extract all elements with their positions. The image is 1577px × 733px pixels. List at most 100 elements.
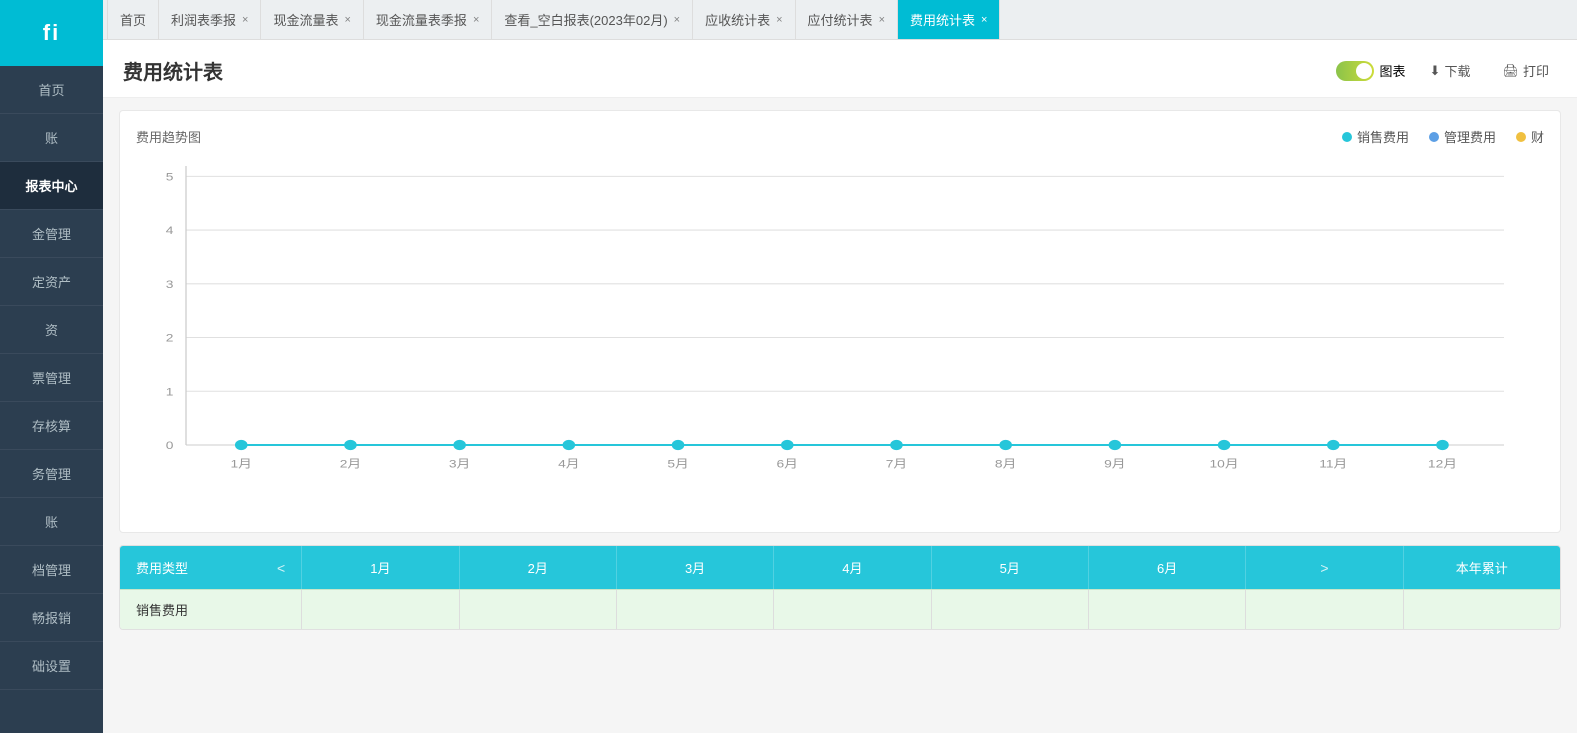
svg-text:1: 1 bbox=[166, 386, 174, 399]
svg-text:4月: 4月 bbox=[558, 458, 579, 471]
chart-dot-may bbox=[672, 440, 685, 450]
svg-text:6月: 6月 bbox=[777, 458, 798, 471]
chart-header: 费用趋势图 销售费用 管理费用 财 bbox=[136, 127, 1544, 146]
tab-profit-quarterly[interactable]: 利润表季报 × bbox=[159, 0, 261, 40]
sidebar-item-service[interactable]: 务管理 bbox=[0, 450, 103, 498]
th-apr: 4月 bbox=[774, 546, 931, 589]
svg-text:2: 2 bbox=[166, 332, 174, 345]
tab-bar: 首页 利润表季报 × 现金流量表 × 现金流量表季报 × 查看_空白报表(202… bbox=[103, 0, 1577, 40]
th-jun: 6月 bbox=[1089, 546, 1246, 589]
td-apr bbox=[774, 590, 931, 629]
td-nav-placeholder bbox=[1246, 590, 1403, 629]
chart-dot-mar bbox=[453, 440, 466, 450]
chart-dot-jan bbox=[235, 440, 248, 450]
svg-text:8月: 8月 bbox=[995, 458, 1016, 471]
content-area: 费用统计表 图表 ⬇ 下载 🖨 打印 费用趋势图 bbox=[103, 40, 1577, 733]
td-feb bbox=[460, 590, 617, 629]
chart-dot-nov bbox=[1327, 440, 1340, 450]
td-may bbox=[932, 590, 1089, 629]
chart-svg: 0 1 2 3 4 5 bbox=[186, 166, 1504, 476]
svg-text:12月: 12月 bbox=[1428, 458, 1457, 471]
close-icon[interactable]: × bbox=[879, 14, 885, 26]
legend-item-management: 管理费用 bbox=[1429, 127, 1496, 146]
tab-receivable[interactable]: 应收统计表 × bbox=[693, 0, 795, 40]
toggle-label: 图表 bbox=[1380, 61, 1406, 80]
th-mar: 3月 bbox=[617, 546, 774, 589]
table-row: 销售费用 bbox=[120, 589, 1560, 629]
legend-dot-management bbox=[1429, 132, 1439, 142]
sidebar-item-report[interactable]: 报表中心 bbox=[0, 162, 103, 210]
header-actions: 图表 ⬇ 下载 🖨 打印 bbox=[1336, 57, 1557, 84]
svg-text:4: 4 bbox=[166, 224, 174, 237]
svg-text:9月: 9月 bbox=[1104, 458, 1125, 471]
table-header-row: 费用类型 < 1月 2月 3月 4月 5月 6月 > 本年累计 bbox=[120, 546, 1560, 589]
chart-toggle-wrap: 图表 bbox=[1336, 61, 1406, 81]
th-may: 5月 bbox=[932, 546, 1089, 589]
print-button[interactable]: 🖨 打印 bbox=[1494, 57, 1557, 84]
chart-title: 费用趋势图 bbox=[136, 127, 201, 146]
th-feb: 2月 bbox=[460, 546, 617, 589]
svg-text:3月: 3月 bbox=[449, 458, 470, 471]
tab-payable[interactable]: 应付统计表 × bbox=[796, 0, 898, 40]
chart-area: 0 1 2 3 4 5 bbox=[136, 156, 1544, 516]
th-jan: 1月 bbox=[302, 546, 459, 589]
sidebar-item-asset[interactable]: 定资产 bbox=[0, 258, 103, 306]
svg-text:3: 3 bbox=[166, 278, 174, 291]
sidebar-item-invoice[interactable]: 票管理 bbox=[0, 354, 103, 402]
th-next-nav[interactable]: > bbox=[1246, 546, 1403, 589]
close-icon[interactable]: × bbox=[242, 14, 248, 26]
close-icon[interactable]: × bbox=[776, 14, 782, 26]
sidebar-item-ledger[interactable]: 账 bbox=[0, 498, 103, 546]
close-icon[interactable]: × bbox=[981, 14, 987, 26]
sidebar-item-settings[interactable]: 础设置 bbox=[0, 642, 103, 690]
svg-text:10月: 10月 bbox=[1210, 458, 1239, 471]
chart-dot-apr bbox=[563, 440, 576, 450]
sidebar: fi 首页 账 报表中心 金管理 定资产 资 票管理 存核算 务管理 账 档管理… bbox=[0, 0, 103, 733]
td-jun bbox=[1089, 590, 1246, 629]
chart-dot-jul bbox=[890, 440, 903, 450]
next-arrow[interactable]: > bbox=[1320, 560, 1328, 576]
sidebar-item-account[interactable]: 账 bbox=[0, 114, 103, 162]
tab-expense[interactable]: 费用统计表 × bbox=[898, 0, 1000, 40]
sidebar-item-home[interactable]: 首页 bbox=[0, 66, 103, 114]
sidebar-item-fund[interactable]: 金管理 bbox=[0, 210, 103, 258]
sidebar-item-resource[interactable]: 资 bbox=[0, 306, 103, 354]
td-mar bbox=[617, 590, 774, 629]
chart-dot-sep bbox=[1109, 440, 1122, 450]
legend-label-management: 管理费用 bbox=[1444, 127, 1496, 146]
close-icon[interactable]: × bbox=[344, 14, 350, 26]
legend-dot-finance bbox=[1516, 132, 1526, 142]
page-header: 费用统计表 图表 ⬇ 下载 🖨 打印 bbox=[103, 40, 1577, 98]
legend-item-sales: 销售费用 bbox=[1342, 127, 1409, 146]
td-type: 销售费用 bbox=[120, 590, 302, 629]
tab-blank-report[interactable]: 查看_空白报表(2023年02月) × bbox=[492, 0, 693, 40]
close-icon[interactable]: × bbox=[674, 14, 680, 26]
legend-item-finance: 财 bbox=[1516, 127, 1544, 146]
print-icon: 🖨 bbox=[1502, 63, 1519, 79]
tab-cashflow-quarterly[interactable]: 现金流量表季报 × bbox=[364, 0, 492, 40]
chart-dot-dec bbox=[1436, 440, 1449, 450]
sidebar-item-archive[interactable]: 档管理 bbox=[0, 546, 103, 594]
svg-text:11月: 11月 bbox=[1319, 458, 1347, 471]
chart-dot-feb bbox=[344, 440, 357, 450]
prev-arrow[interactable]: < bbox=[277, 560, 285, 576]
chart-dot-aug bbox=[999, 440, 1012, 450]
sidebar-item-expense[interactable]: 畅报销 bbox=[0, 594, 103, 642]
chart-dot-oct bbox=[1218, 440, 1231, 450]
svg-text:7月: 7月 bbox=[886, 458, 907, 471]
tab-home[interactable]: 首页 bbox=[107, 0, 159, 40]
svg-text:5: 5 bbox=[166, 171, 174, 184]
legend-dot-sales bbox=[1342, 132, 1352, 142]
table-section: 费用类型 < 1月 2月 3月 4月 5月 6月 > 本年累计 销售费用 bbox=[119, 545, 1561, 630]
svg-text:2月: 2月 bbox=[340, 458, 361, 471]
legend-label-sales: 销售费用 bbox=[1357, 127, 1409, 146]
tab-cashflow[interactable]: 现金流量表 × bbox=[261, 0, 363, 40]
td-annual bbox=[1404, 590, 1560, 629]
page-title: 费用统计表 bbox=[123, 56, 223, 85]
sidebar-item-inventory[interactable]: 存核算 bbox=[0, 402, 103, 450]
download-button[interactable]: ⬇ 下载 bbox=[1422, 57, 1479, 84]
chart-section: 费用趋势图 销售费用 管理费用 财 bbox=[119, 110, 1561, 533]
download-icon: ⬇ bbox=[1430, 63, 1441, 79]
close-icon[interactable]: × bbox=[473, 14, 479, 26]
chart-toggle[interactable] bbox=[1336, 61, 1374, 81]
